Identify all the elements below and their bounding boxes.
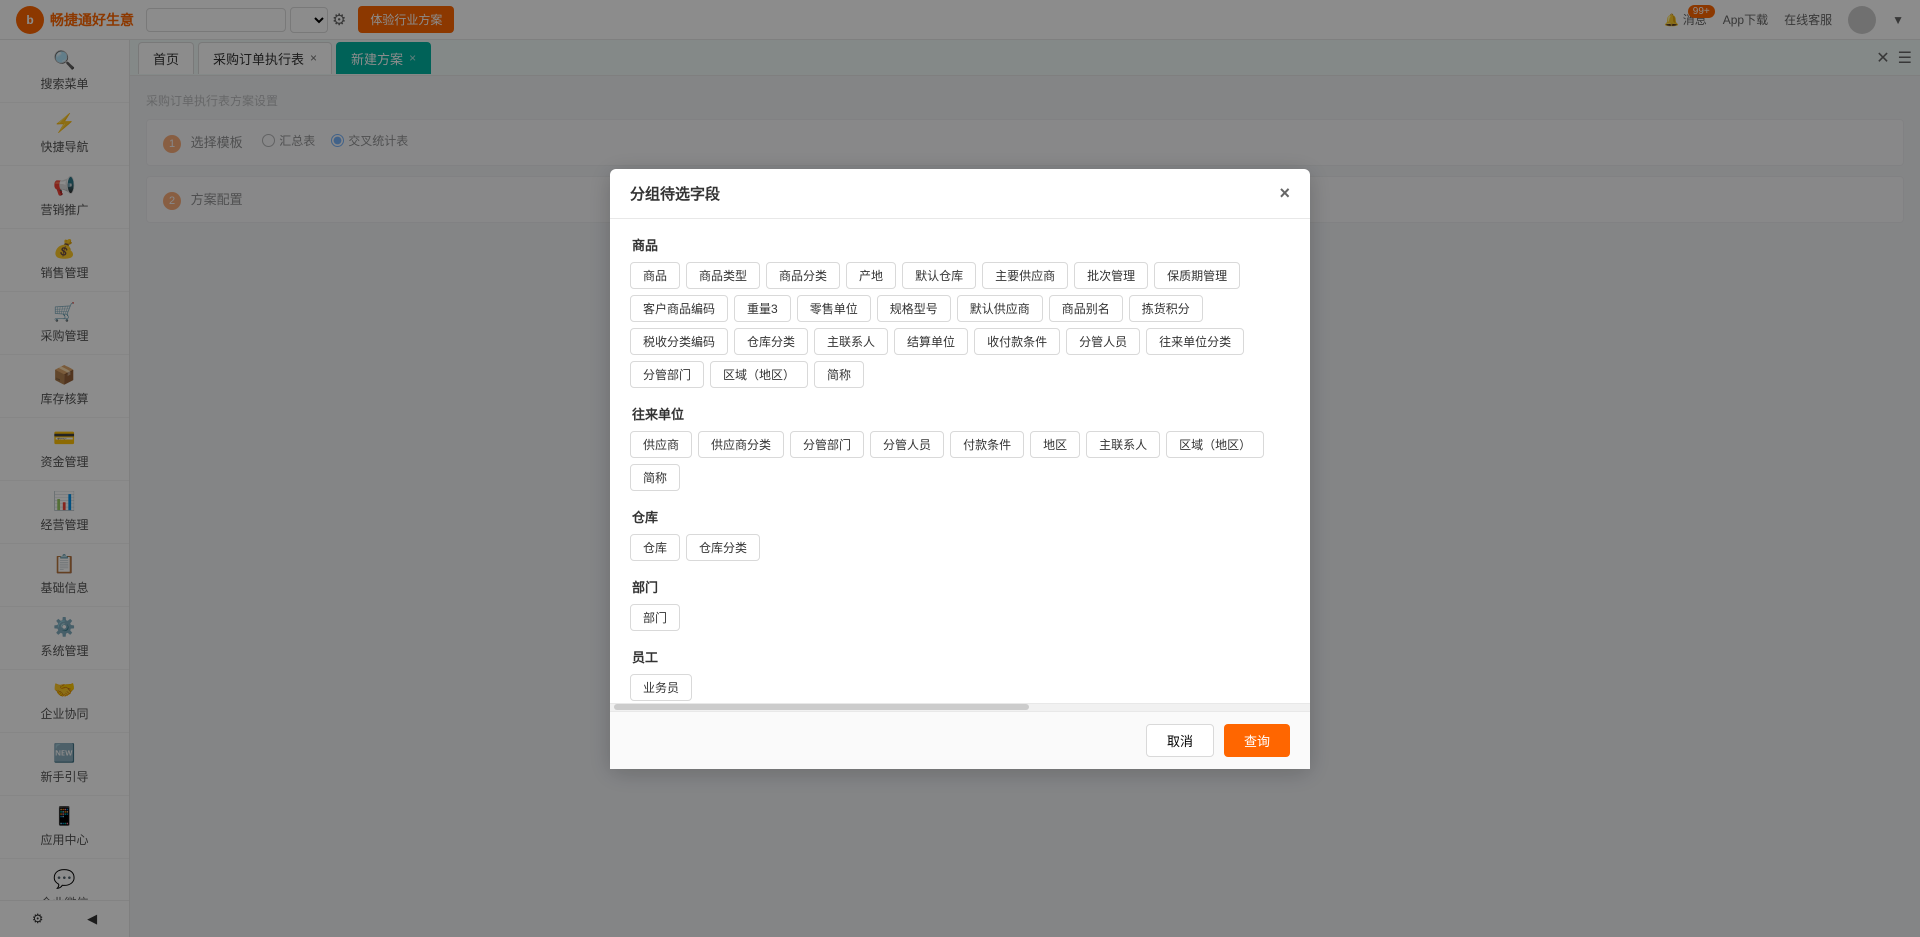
- field-tag[interactable]: 拣货积分: [1129, 295, 1203, 322]
- modal-footer: 取消 查询: [610, 711, 1310, 769]
- section-department: 部门 部门: [630, 577, 1290, 631]
- field-tag[interactable]: 批次管理: [1074, 262, 1148, 289]
- field-tag[interactable]: 税收分类编码: [630, 328, 728, 355]
- modal-body: 商品 商品 商品类型 商品分类 产地 默认仓库 主要供应商 批次管理 保质期管理…: [610, 219, 1310, 703]
- cancel-button[interactable]: 取消: [1146, 724, 1214, 757]
- field-tag[interactable]: 收付款条件: [974, 328, 1060, 355]
- modal-title: 分组待选字段: [630, 183, 720, 204]
- field-tag[interactable]: 主联系人: [814, 328, 888, 355]
- modal-header: 分组待选字段 ×: [610, 169, 1310, 219]
- section-warehouse: 仓库 仓库 仓库分类: [630, 507, 1290, 561]
- field-tag[interactable]: 简称: [814, 361, 864, 388]
- field-tag[interactable]: 零售单位: [797, 295, 871, 322]
- section-employee-title: 员工: [630, 647, 1290, 666]
- field-tag[interactable]: 区域（地区）: [710, 361, 808, 388]
- section-partners-title: 往来单位: [630, 404, 1290, 423]
- section-goods: 商品 商品 商品类型 商品分类 产地 默认仓库 主要供应商 批次管理 保质期管理…: [630, 235, 1290, 388]
- section-department-fields: 部门: [630, 604, 1290, 631]
- field-tag[interactable]: 规格型号: [877, 295, 951, 322]
- field-select-modal: 分组待选字段 × 商品 商品 商品类型 商品分类 产地 默认仓库 主要供应商 批…: [610, 169, 1310, 769]
- field-tag[interactable]: 商品别名: [1049, 295, 1123, 322]
- field-tag[interactable]: 分管人员: [870, 431, 944, 458]
- section-warehouse-fields: 仓库 仓库分类: [630, 534, 1290, 561]
- field-tag[interactable]: 地区: [1030, 431, 1080, 458]
- section-department-title: 部门: [630, 577, 1290, 596]
- field-tag[interactable]: 部门: [630, 604, 680, 631]
- field-tag[interactable]: 保质期管理: [1154, 262, 1240, 289]
- field-tag[interactable]: 业务员: [630, 674, 692, 701]
- field-tag[interactable]: 商品: [630, 262, 680, 289]
- field-tag[interactable]: 分管部门: [790, 431, 864, 458]
- horizontal-scrollbar[interactable]: [610, 703, 1310, 711]
- field-tag[interactable]: 仓库分类: [734, 328, 808, 355]
- field-tag[interactable]: 分管人员: [1066, 328, 1140, 355]
- section-employee-fields: 业务员: [630, 674, 1290, 701]
- field-tag[interactable]: 区域（地区）: [1166, 431, 1264, 458]
- field-tag[interactable]: 分管部门: [630, 361, 704, 388]
- section-partners-fields: 供应商 供应商分类 分管部门 分管人员 付款条件 地区 主联系人 区域（地区） …: [630, 431, 1290, 491]
- field-tag[interactable]: 结算单位: [894, 328, 968, 355]
- scroll-thumb: [614, 704, 1029, 710]
- field-tag[interactable]: 往来单位分类: [1146, 328, 1244, 355]
- field-tag[interactable]: 仓库分类: [686, 534, 760, 561]
- field-tag[interactable]: 主要供应商: [982, 262, 1068, 289]
- field-tag[interactable]: 付款条件: [950, 431, 1024, 458]
- modal-backdrop: 分组待选字段 × 商品 商品 商品类型 商品分类 产地 默认仓库 主要供应商 批…: [0, 0, 1920, 937]
- field-tag[interactable]: 商品分类: [766, 262, 840, 289]
- section-employee: 员工 业务员: [630, 647, 1290, 701]
- field-tag[interactable]: 主联系人: [1086, 431, 1160, 458]
- modal-close-button[interactable]: ×: [1279, 183, 1290, 204]
- field-tag[interactable]: 供应商: [630, 431, 692, 458]
- confirm-button[interactable]: 查询: [1224, 724, 1290, 757]
- field-tag[interactable]: 重量3: [734, 295, 791, 322]
- section-warehouse-title: 仓库: [630, 507, 1290, 526]
- field-tag[interactable]: 简称: [630, 464, 680, 491]
- section-partners: 往来单位 供应商 供应商分类 分管部门 分管人员 付款条件 地区 主联系人 区域…: [630, 404, 1290, 491]
- field-tag[interactable]: 供应商分类: [698, 431, 784, 458]
- section-goods-fields: 商品 商品类型 商品分类 产地 默认仓库 主要供应商 批次管理 保质期管理 客户…: [630, 262, 1290, 388]
- field-tag[interactable]: 商品类型: [686, 262, 760, 289]
- field-tag[interactable]: 默认仓库: [902, 262, 976, 289]
- field-tag[interactable]: 产地: [846, 262, 896, 289]
- field-tag[interactable]: 默认供应商: [957, 295, 1043, 322]
- section-goods-title: 商品: [630, 235, 1290, 254]
- field-tag[interactable]: 客户商品编码: [630, 295, 728, 322]
- field-tag[interactable]: 仓库: [630, 534, 680, 561]
